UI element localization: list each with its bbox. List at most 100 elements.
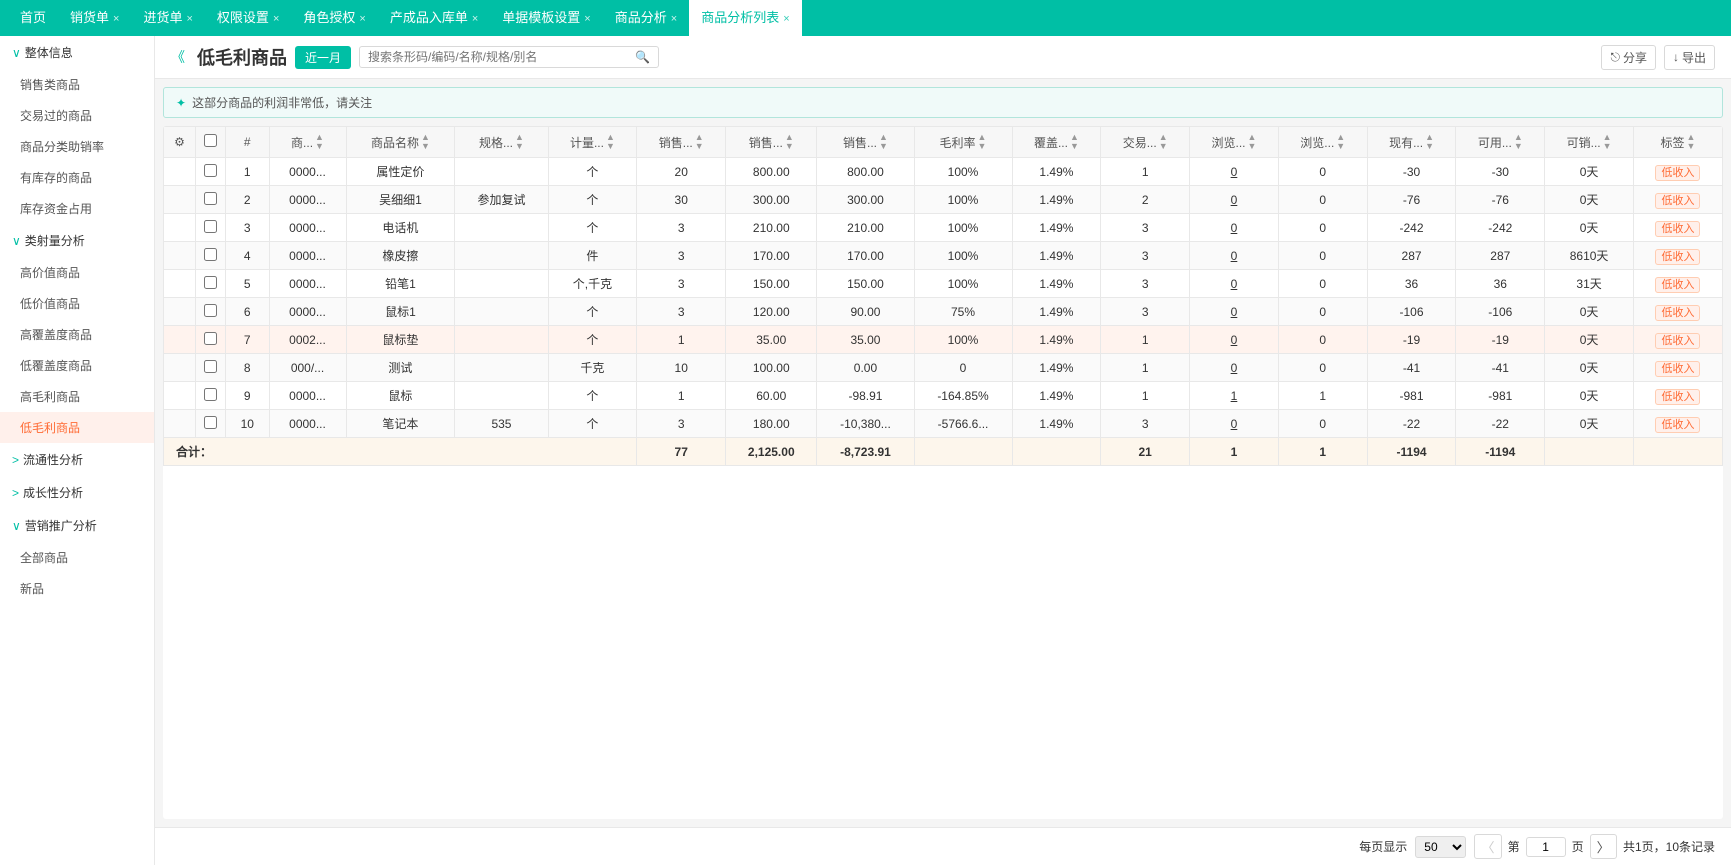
th-view2[interactable]: 浏览...▲▼ (1278, 127, 1367, 158)
date-filter-button[interactable]: 近一月 (295, 46, 351, 69)
search-icon[interactable]: 🔍 (635, 50, 650, 64)
th-gross-margin[interactable]: 毛利率▲▼ (914, 127, 1012, 158)
cell-code: 0002... (269, 326, 346, 354)
th-available-stock[interactable]: 可用...▲▼ (1456, 127, 1545, 158)
row-checkbox[interactable] (204, 248, 217, 261)
th-view1[interactable]: 浏览...▲▼ (1190, 127, 1279, 158)
nav-role-auth[interactable]: 角色授权× (291, 0, 377, 36)
cell-checkbox[interactable] (196, 410, 226, 438)
share-button[interactable]: ⎋ 分享 (1601, 45, 1656, 70)
th-spec[interactable]: 规格...▲▼ (455, 127, 548, 158)
sidebar-item-high-value[interactable]: 高价值商品 (0, 257, 154, 288)
sidebar-group-overall[interactable]: ∨ 整体信息 (0, 36, 154, 69)
sidebar-item-low-margin[interactable]: 低毛利商品 (0, 412, 154, 443)
table-row: 2 0000... 吴细细1 参加复试 个 30 300.00 300.00 1… (164, 186, 1723, 214)
sidebar-group-liquidity[interactable]: > 流通性分析 (0, 443, 154, 476)
cell-checkbox[interactable] (196, 186, 226, 214)
cell-sales-qty: 20 (637, 158, 726, 186)
prev-page-button[interactable]: 〈 (1474, 834, 1501, 859)
cell-sellable-days: 0天 (1545, 382, 1634, 410)
select-all-checkbox[interactable] (204, 134, 217, 147)
sidebar-item-stock-capital[interactable]: 库存资金占用 (0, 193, 154, 224)
row-checkbox[interactable] (204, 388, 217, 401)
cell-view1[interactable]: 0 (1190, 158, 1279, 186)
cell-view1[interactable]: 0 (1190, 214, 1279, 242)
row-checkbox[interactable] (204, 276, 217, 289)
th-sellable-days[interactable]: 可销...▲▼ (1545, 127, 1634, 158)
cell-current-stock: -106 (1367, 298, 1456, 326)
nav-template-settings[interactable]: 单据模板设置× (490, 0, 602, 36)
th-trade-count[interactable]: 交易...▲▼ (1101, 127, 1190, 158)
sidebar-group-category-analysis[interactable]: ∨ 类射量分析 (0, 224, 154, 257)
sidebar-item-new-products[interactable]: 新品 (0, 573, 154, 604)
sidebar-item-high-margin[interactable]: 高毛利商品 (0, 381, 154, 412)
nav-finished-goods[interactable]: 产成品入库单× (378, 0, 490, 36)
th-current-stock[interactable]: 现有...▲▼ (1367, 127, 1456, 158)
cell-checkbox[interactable] (196, 242, 226, 270)
cell-view1[interactable]: 0 (1190, 298, 1279, 326)
cell-view1[interactable]: 0 (1190, 326, 1279, 354)
nav-product-analysis[interactable]: 商品分析× (603, 0, 689, 36)
th-unit[interactable]: 计量...▲▼ (548, 127, 637, 158)
collapse-sidebar-btn[interactable]: 《 (171, 47, 185, 67)
th-sales-qty[interactable]: 销售...▲▼ (637, 127, 726, 158)
sidebar-item-low-coverage[interactable]: 低覆盖度商品 (0, 350, 154, 381)
sidebar-group-growth[interactable]: > 成长性分析 (0, 476, 154, 509)
th-settings[interactable]: ⚙ (164, 127, 196, 158)
page-size-select[interactable]: 50 100 200 (1415, 836, 1466, 858)
sidebar-item-sales-products[interactable]: 销售类商品 (0, 69, 154, 100)
cell-checkbox[interactable] (196, 298, 226, 326)
sidebar-item-traded-products[interactable]: 交易过的商品 (0, 100, 154, 131)
next-page-button[interactable]: 〉 (1590, 834, 1617, 859)
cell-unit: 个 (548, 410, 637, 438)
nav-permission-settings[interactable]: 权限设置× (205, 0, 291, 36)
row-checkbox[interactable] (204, 304, 217, 317)
row-checkbox[interactable] (204, 360, 217, 373)
sidebar-item-category-rate[interactable]: 商品分类助销率 (0, 131, 154, 162)
cell-checkbox[interactable] (196, 214, 226, 242)
export-button[interactable]: ↓ 导出 (1664, 45, 1715, 70)
cell-checkbox[interactable] (196, 270, 226, 298)
row-checkbox[interactable] (204, 416, 217, 429)
row-checkbox[interactable] (204, 220, 217, 233)
row-checkbox[interactable] (204, 164, 217, 177)
sidebar-item-all-products[interactable]: 全部商品 (0, 542, 154, 573)
th-sales-profit[interactable]: 销售...▲▼ (817, 127, 914, 158)
cell-checkbox[interactable] (196, 326, 226, 354)
cell-sales-profit: 90.00 (817, 298, 914, 326)
cell-view1[interactable]: 0 (1190, 410, 1279, 438)
cell-sellable-days: 31天 (1545, 270, 1634, 298)
cell-checkbox[interactable] (196, 158, 226, 186)
nav-purchase-order[interactable]: 进货单× (131, 0, 204, 36)
sidebar-group-marketing[interactable]: ∨ 营销推广分析 (0, 509, 154, 542)
row-checkbox[interactable] (204, 332, 217, 345)
th-coverage[interactable]: 覆盖...▲▼ (1012, 127, 1101, 158)
row-checkbox[interactable] (204, 192, 217, 205)
th-tag[interactable]: 标签▲▼ (1633, 127, 1722, 158)
th-code[interactable]: 商...▲▼ (269, 127, 346, 158)
nav-product-analysis-list[interactable]: 商品分析列表× (689, 0, 801, 36)
cell-view1[interactable]: 0 (1190, 242, 1279, 270)
cell-checkbox[interactable] (196, 354, 226, 382)
cell-view1[interactable]: 0 (1190, 186, 1279, 214)
nav-sales-order[interactable]: 销货单× (58, 0, 131, 36)
table-footer: 合计： 77 2,125.00 -8,723.91 21 1 1 -1194 -… (164, 438, 1723, 466)
th-checkbox[interactable] (196, 127, 226, 158)
cell-checkbox[interactable] (196, 382, 226, 410)
cell-index: 8 (226, 354, 270, 382)
search-input[interactable] (368, 50, 631, 64)
table-container[interactable]: ⚙ # 商...▲▼ 商品名称▲▼ 规格...▲▼ 计量...▲▼ 销售...▲… (163, 126, 1723, 819)
cell-view1[interactable]: 1 (1190, 382, 1279, 410)
sidebar-item-high-coverage[interactable]: 高覆盖度商品 (0, 319, 154, 350)
header-actions: ⎋ 分享 ↓ 导出 (1601, 45, 1715, 70)
cell-view1[interactable]: 0 (1190, 354, 1279, 382)
cell-view1[interactable]: 0 (1190, 270, 1279, 298)
th-sales-amt[interactable]: 销售...▲▼ (726, 127, 817, 158)
cell-current-stock: -76 (1367, 186, 1456, 214)
nav-home[interactable]: 首页 (8, 0, 58, 36)
sidebar-item-in-stock[interactable]: 有库存的商品 (0, 162, 154, 193)
sidebar-item-low-value[interactable]: 低价值商品 (0, 288, 154, 319)
cell-index: 4 (226, 242, 270, 270)
page-number-input[interactable] (1526, 837, 1566, 857)
th-name[interactable]: 商品名称▲▼ (346, 127, 455, 158)
